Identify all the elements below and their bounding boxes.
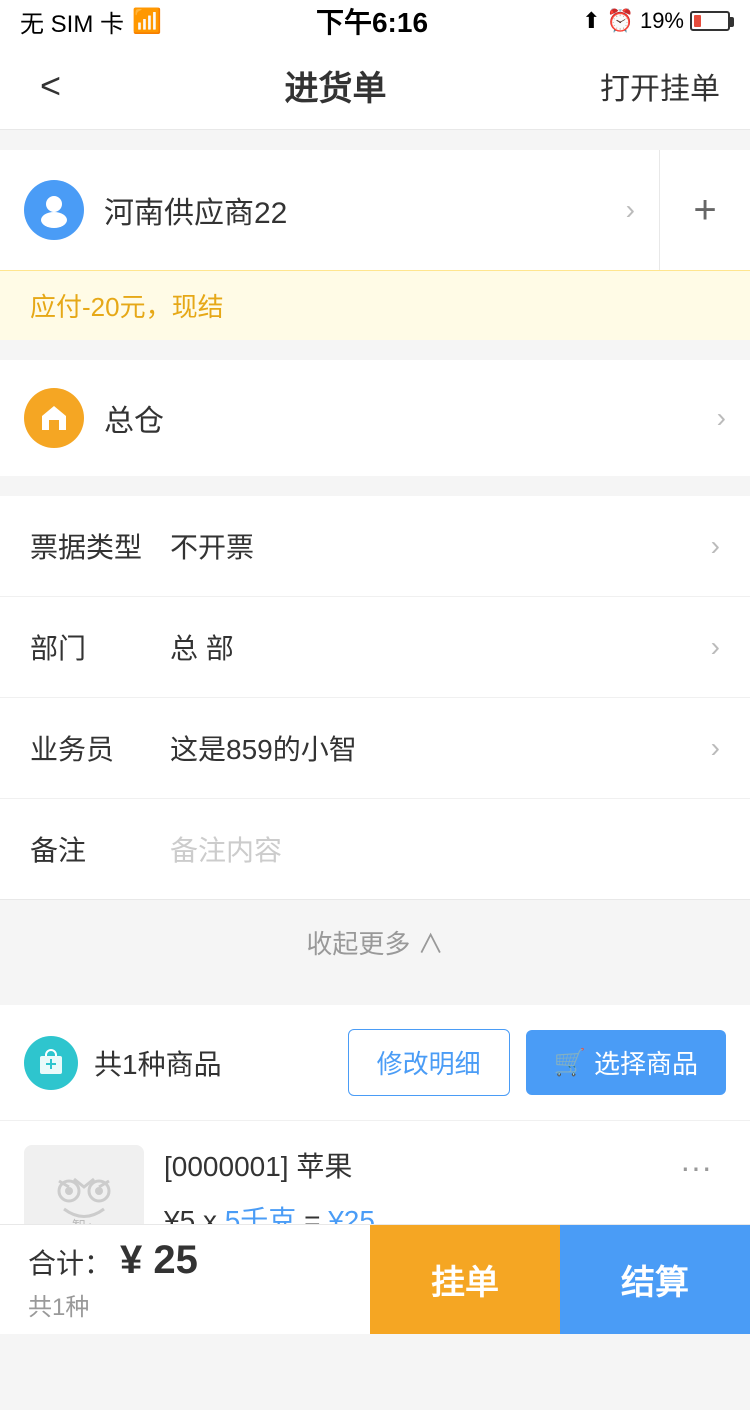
status-bar: 无 SIM 卡 📶 下午6:16 ⬆ ⏰ 19% <box>0 0 750 42</box>
page-title: 进货单 <box>285 61 387 110</box>
status-left: 无 SIM 卡 📶 <box>20 4 162 39</box>
products-header: 共1种商品 修改明细 🛒 选择商品 <box>0 1005 750 1121</box>
salesperson-label: 业务员 <box>30 728 150 768</box>
salesperson-value: 这是859的小智 <box>150 728 701 768</box>
location-icon: ⬆ <box>582 8 600 34</box>
supplier-section: 河南供应商22 › + <box>0 150 750 270</box>
supplier-add-button[interactable]: + <box>660 150 750 270</box>
supplier-selector[interactable]: 河南供应商22 › <box>0 150 660 270</box>
back-button[interactable]: < <box>30 55 71 117</box>
remark-value: 备注内容 <box>150 829 720 869</box>
ticket-type-label: 票据类型 <box>30 526 150 566</box>
notice-text: 应付-20元，现结 <box>30 292 224 322</box>
edit-detail-button[interactable]: 修改明细 <box>348 1029 510 1096</box>
supplier-avatar <box>24 180 84 240</box>
form-section: 票据类型 不开票 › 部门 总 部 › 业务员 这是859的小智 › 备注 备注… <box>0 496 750 899</box>
supplier-name: 河南供应商22 <box>104 188 616 232</box>
bottom-bar: 合计： ¥ 25 共1种 挂单 结算 <box>0 1224 750 1334</box>
total-row: 合计： ¥ 25 <box>28 1238 342 1283</box>
warehouse-icon <box>24 388 84 448</box>
checkout-label: 结算 <box>621 1255 689 1304</box>
department-value: 总 部 <box>150 627 701 667</box>
battery-icon <box>690 11 730 31</box>
products-icon <box>24 1036 78 1090</box>
product-title: 苹果 <box>296 1151 352 1182</box>
divider-1 <box>0 130 750 150</box>
nav-bar: < 进货单 打开挂单 <box>0 42 750 130</box>
department-label: 部门 <box>30 627 150 667</box>
collapse-label: 收起更多 ∧ <box>306 929 443 959</box>
remark-label: 备注 <box>30 829 150 869</box>
total-amount: ¥ 25 <box>120 1238 198 1283</box>
warehouse-name: 总仓 <box>104 396 707 440</box>
remark-row[interactable]: 备注 备注内容 <box>0 799 750 899</box>
wifi-icon: 📶 <box>132 7 162 36</box>
cart-icon: 🛒 <box>554 1047 586 1078</box>
total-label: 合计： <box>28 1242 112 1282</box>
notice-bar: 应付-20元，现结 <box>0 270 750 340</box>
ticket-type-row[interactable]: 票据类型 不开票 › <box>0 496 750 597</box>
supplier-chevron-icon: › <box>626 194 635 226</box>
open-hang-button[interactable]: 打开挂单 <box>600 64 720 108</box>
product-menu-button[interactable]: ··· <box>666 1145 726 1186</box>
salesperson-chevron-icon: › <box>711 732 720 764</box>
status-right: ⬆ ⏰ 19% <box>582 8 730 34</box>
department-chevron-icon: › <box>711 631 720 663</box>
battery-percent: 19% <box>640 8 684 34</box>
ticket-type-chevron-icon: › <box>711 530 720 562</box>
select-product-label: 选择商品 <box>594 1044 698 1081</box>
status-time: 下午6:16 <box>316 1 428 41</box>
select-product-button[interactable]: 🛒 选择商品 <box>526 1030 726 1095</box>
checkout-button[interactable]: 结算 <box>560 1225 750 1334</box>
total-section: 合计： ¥ 25 共1种 <box>0 1225 370 1334</box>
salesperson-row[interactable]: 业务员 这是859的小智 › <box>0 698 750 799</box>
total-sub: 共1种 <box>28 1287 342 1322</box>
alarm-icon: ⏰ <box>607 8 634 34</box>
product-name: [0000001] 苹果 <box>164 1145 666 1185</box>
warehouse-chevron-icon: › <box>717 402 726 434</box>
hang-order-button[interactable]: 挂单 <box>370 1225 560 1334</box>
ticket-type-value: 不开票 <box>150 526 701 566</box>
department-row[interactable]: 部门 总 部 › <box>0 597 750 698</box>
hang-order-label: 挂单 <box>431 1255 499 1304</box>
warehouse-section[interactable]: 总仓 › <box>0 360 750 476</box>
product-id: [0000001] <box>164 1151 289 1182</box>
products-count: 共1种商品 <box>94 1043 348 1083</box>
carrier-text: 无 SIM 卡 <box>20 4 124 39</box>
collapse-bar[interactable]: 收起更多 ∧ <box>0 899 750 985</box>
